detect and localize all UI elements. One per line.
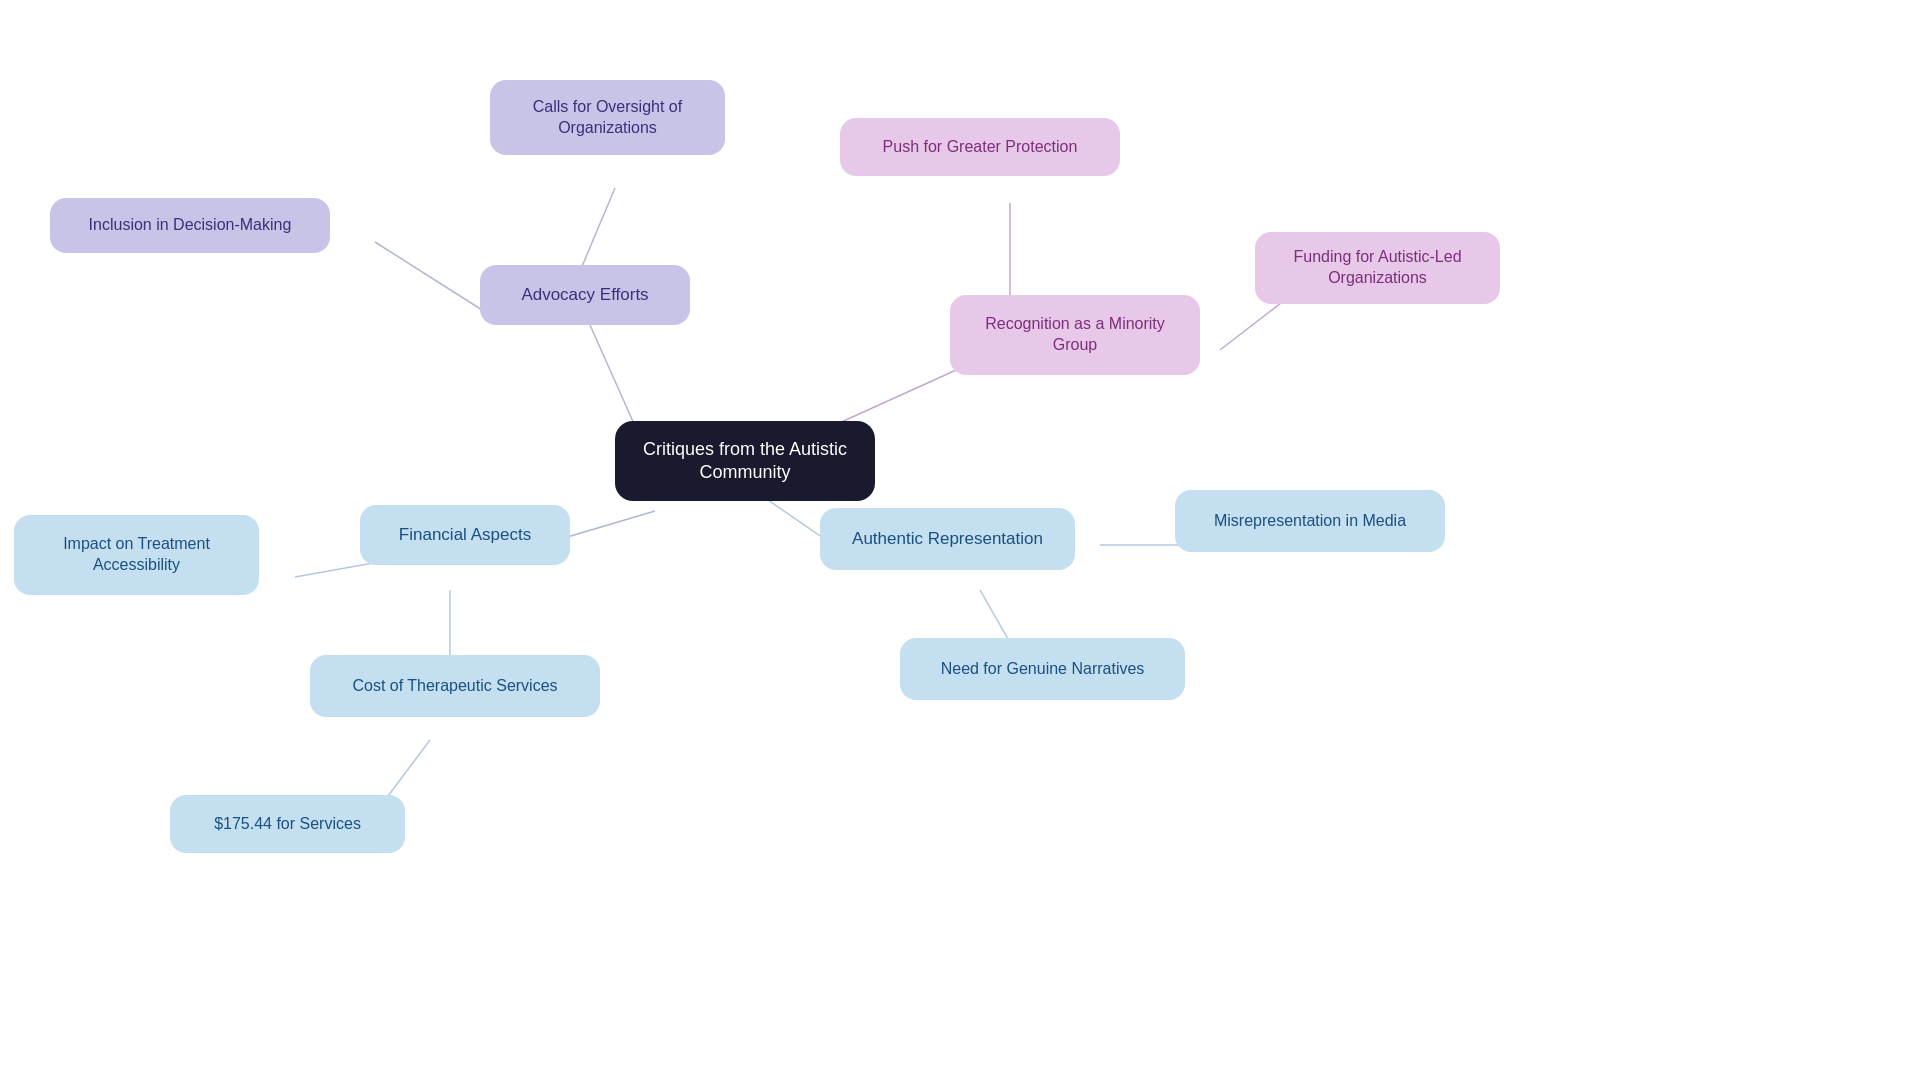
price-label: $175.44 for Services xyxy=(214,814,361,835)
cost-therapeutic-node: Cost of Therapeutic Services xyxy=(310,655,600,717)
push-protection-label: Push for Greater Protection xyxy=(883,137,1078,158)
funding-label: Funding for Autistic-Led Organizations xyxy=(1293,247,1461,289)
impact-treatment-node: Impact on Treatment Accessibility xyxy=(14,515,259,595)
financial-node: Financial Aspects xyxy=(360,505,570,565)
advocacy-node: Advocacy Efforts xyxy=(480,265,690,325)
funding-node: Funding for Autistic-Led Organizations xyxy=(1255,232,1500,304)
misrep-media-label: Misrepresentation in Media xyxy=(1214,511,1406,532)
authentic-rep-label: Authentic Representation xyxy=(852,528,1043,550)
inclusion-node: Inclusion in Decision-Making xyxy=(50,198,330,253)
advocacy-label: Advocacy Efforts xyxy=(521,284,648,306)
misrep-media-node: Misrepresentation in Media xyxy=(1175,490,1445,552)
impact-treatment-label: Impact on Treatment Accessibility xyxy=(63,534,210,576)
center-label: Critiques from the Autistic Community xyxy=(643,438,847,485)
inclusion-label: Inclusion in Decision-Making xyxy=(89,215,292,236)
svg-line-5 xyxy=(1220,296,1290,350)
authentic-rep-node: Authentic Representation xyxy=(820,508,1075,570)
cost-therapeutic-label: Cost of Therapeutic Services xyxy=(352,676,557,697)
calls-oversight-node: Calls for Oversight of Organizations xyxy=(490,80,725,155)
genuine-narratives-label: Need for Genuine Narratives xyxy=(941,659,1145,680)
center-node: Critiques from the Autistic Community xyxy=(615,421,875,501)
svg-line-2 xyxy=(375,242,490,315)
genuine-narratives-node: Need for Genuine Narratives xyxy=(900,638,1185,700)
push-protection-node: Push for Greater Protection xyxy=(840,118,1120,176)
price-node: $175.44 for Services xyxy=(170,795,405,853)
calls-oversight-label: Calls for Oversight of Organizations xyxy=(533,97,682,139)
recognition-node: Recognition as a Minority Group xyxy=(950,295,1200,375)
recognition-label: Recognition as a Minority Group xyxy=(985,314,1165,356)
financial-label: Financial Aspects xyxy=(399,524,531,546)
